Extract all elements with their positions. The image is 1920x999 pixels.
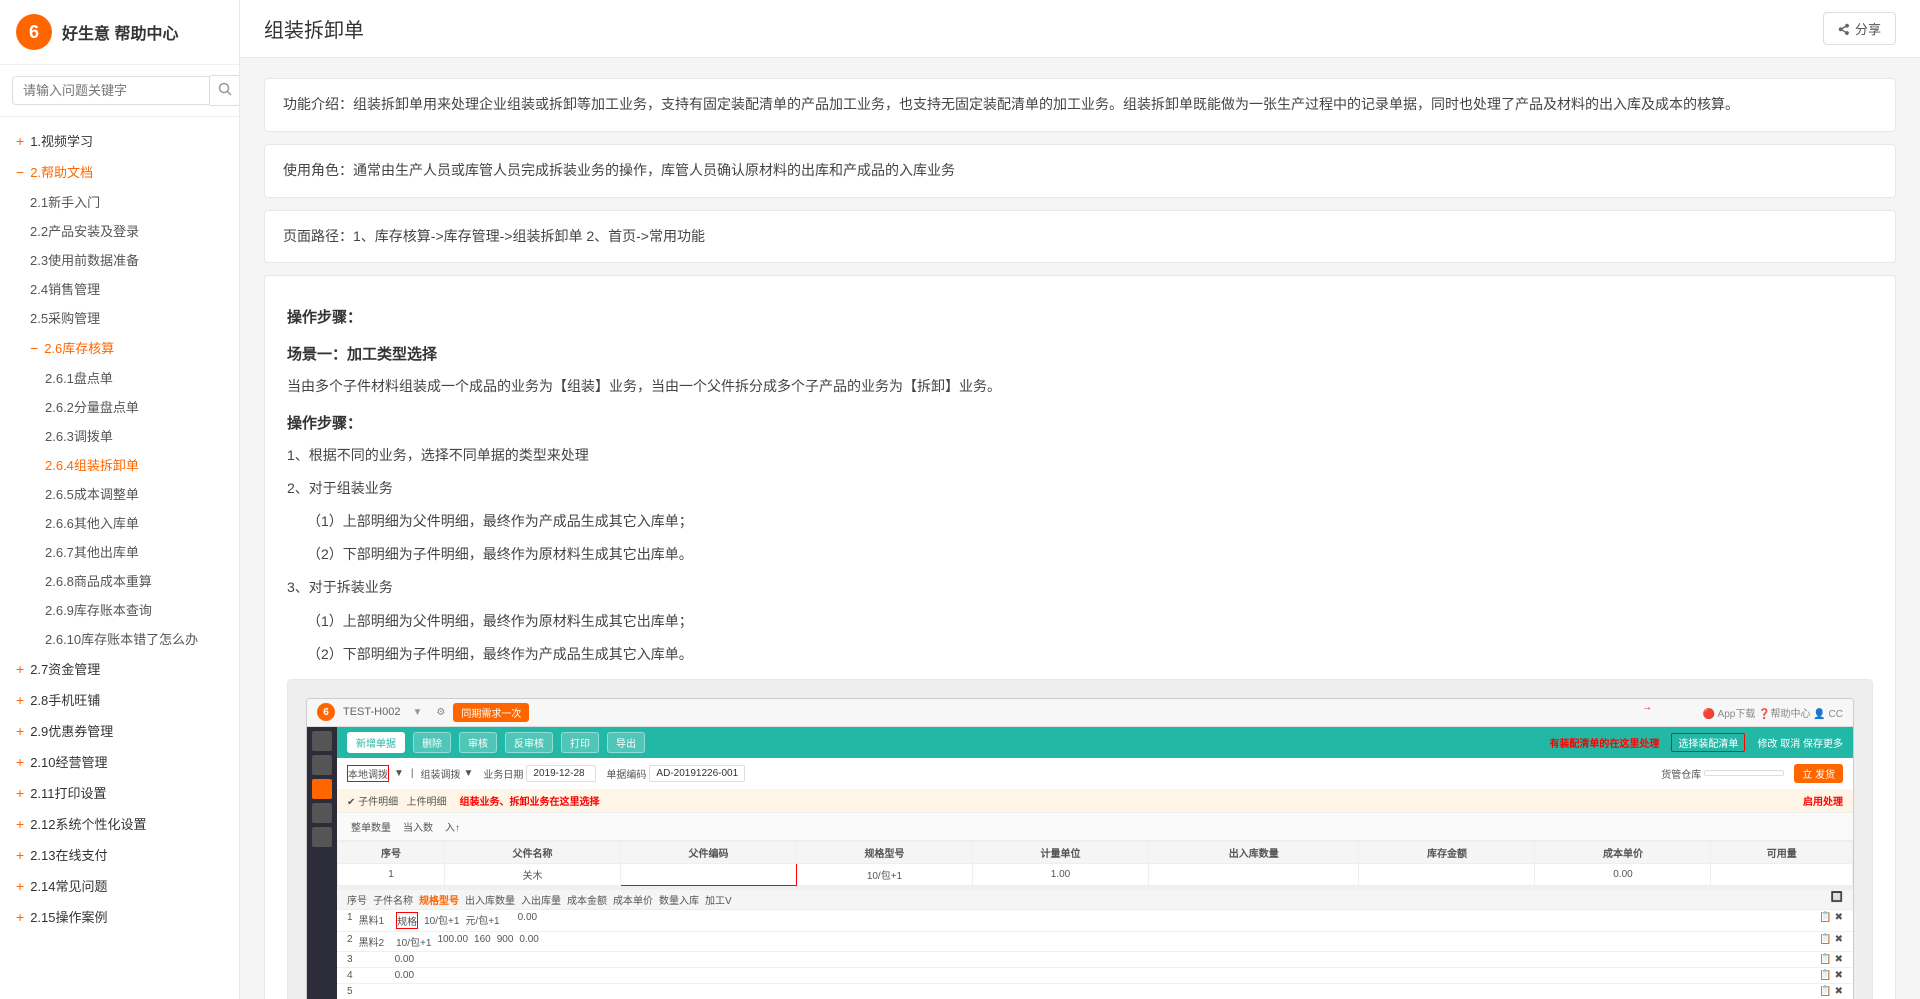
plus-icon: + xyxy=(16,133,24,149)
screenshot-container: 6 TEST-H002 ▼ ⚙ 同期需求一次 🔴 App下载 ❓帮助中心 👤 C… xyxy=(287,679,1873,999)
confirm-btn[interactable]: 立 发货 xyxy=(1794,764,1843,783)
annotation2-area: ✔ 子件明细 上件明细 组装业务、拆卸业务在这里选择 启用处理 xyxy=(337,789,1853,813)
form-field-code: 单据编码 AD-20191226-001 xyxy=(606,765,745,782)
sidebar: 6 好生意 帮助中心 + 1.视频学习 − 2.帮助文档 2.1新手入门 2.2… xyxy=(0,0,240,999)
role-block: 使用角色：通常由生产人员或库管人员完成拆装业务的操作，库管人员确认原材料的出库和… xyxy=(264,144,1896,198)
table-row: 3 0.00 📋 ✖ xyxy=(337,952,1853,968)
app-subtabs: 整单数量 当入数 入↑ xyxy=(337,813,1853,841)
annotation1-btn: 选择装配清单 xyxy=(1671,733,1745,752)
sidebar-item-video[interactable]: + 1.视频学习 xyxy=(0,125,239,156)
sidebar-item-2.5[interactable]: 2.5采购管理 xyxy=(0,303,239,332)
sidebar-item-2.14[interactable]: + 2.14常见问题 xyxy=(0,870,239,901)
toolbar-btn-new[interactable]: 新增单据 xyxy=(347,732,405,753)
sidebar-item-2.6[interactable]: − 2.6库存核算 xyxy=(0,332,239,363)
toolbar-btn-export[interactable]: 导出 xyxy=(607,732,645,753)
form-field-date: 业务日期 2019-12-28 xyxy=(483,765,596,782)
search-input[interactable] xyxy=(12,76,210,105)
app-nav-btn: 同期需求一次 xyxy=(453,703,529,722)
annotation2-text: 组装业务、拆卸业务在这里选择 xyxy=(460,797,600,808)
step3: 3、对于拆装业务 xyxy=(287,575,1873,600)
search-icon xyxy=(218,82,232,96)
parent-table: 序号 父件名称 父件编码 规格型号 计量单位 出入库数量 库存金额 成本单价 xyxy=(337,841,1853,886)
nav-list: + 1.视频学习 − 2.帮助文档 2.1新手入门 2.2产品安装及登录 2.3… xyxy=(0,117,239,999)
logo-icon: 6 xyxy=(16,14,52,50)
sidebar-item-2.6.7[interactable]: 2.6.7其他出库单 xyxy=(0,537,239,566)
sidebar-item-2.12[interactable]: + 2.12系统个性化设置 xyxy=(0,808,239,839)
main-content: 组装拆卸单 分享 功能介绍：组装拆卸单用来处理企业组装或拆卸等加工业务，支持有固… xyxy=(240,0,1920,999)
toolbar-btn-unreview[interactable]: 反审核 xyxy=(505,732,553,753)
scene-title: 场景一：加工类型选择 xyxy=(287,341,1873,368)
logo-text: 好生意 帮助中心 xyxy=(62,20,178,44)
sidebar-item-2.6.4[interactable]: 2.6.4组装拆卸单 xyxy=(0,450,239,479)
share-icon xyxy=(1838,23,1850,35)
app-window: 6 TEST-H002 ▼ ⚙ 同期需求一次 🔴 App下载 ❓帮助中心 👤 C… xyxy=(306,698,1854,999)
step3-2: （2）下部明细为子件明细，最终作为产成品生成其它入库单。 xyxy=(307,642,1873,667)
app-topbar: 6 TEST-H002 ▼ ⚙ 同期需求一次 🔴 App下载 ❓帮助中心 👤 C… xyxy=(307,699,1853,727)
sidebar-item-2.8[interactable]: + 2.8手机旺铺 xyxy=(0,684,239,715)
sidebar-item-2.11[interactable]: + 2.11打印设置 xyxy=(0,777,239,808)
ops-steps-title: 操作步骤： xyxy=(287,410,1873,437)
sidebar-item-2.6.1[interactable]: 2.6.1盘点单 xyxy=(0,363,239,392)
annotation3-text: 启用处理 xyxy=(1803,793,1843,808)
sidebar-item-2.6.5[interactable]: 2.6.5成本调整单 xyxy=(0,479,239,508)
sidebar-item-docs[interactable]: − 2.帮助文档 xyxy=(0,156,239,187)
table-row: 5 📋 ✖ xyxy=(337,984,1853,999)
subtable-body: 1 黑料1 规格 10/包+1 元/包+1 0.00 xyxy=(337,910,1853,999)
table-row: 1 黑料1 规格 10/包+1 元/包+1 0.00 xyxy=(337,910,1853,932)
toolbar-btn-print[interactable]: 打印 xyxy=(561,732,599,753)
app-form-area: 本地调拨 ▼ | 组装调拨 ▼ 业务日期 2019-12-28 xyxy=(337,758,1853,789)
subtable-header-row: 序号 子件名称 规格型号 出入库数量 入出库量 成本金额 成本单价 数量入库 加… xyxy=(337,890,1853,910)
sidebar-item-2.6.3[interactable]: 2.6.3调拨单 xyxy=(0,421,239,450)
sidebar-item-2.1[interactable]: 2.1新手入门 xyxy=(0,187,239,216)
app-mini-nav xyxy=(307,727,337,999)
sidebar-item-2.6.6[interactable]: 2.6.6其他入库单 xyxy=(0,508,239,537)
sidebar-item-2.6.9[interactable]: 2.6.9库存账本查询 xyxy=(0,595,239,624)
step2-1: （1）上部明细为父件明细，最终作为产成品生成其它入库单； xyxy=(307,509,1873,534)
path-block: 页面路径：1、库存核算->库存管理->组装拆卸单 2、首页->常用功能 xyxy=(264,210,1896,264)
annotation1-text: 有装配清单的在这里处理 xyxy=(1549,735,1659,750)
steps-block: 操作步骤： 场景一：加工类型选择 当由多个子件材料组装成一个成品的业务为【组装】… xyxy=(264,275,1896,999)
app-main: 新增单据 删除 审核 反审核 打印 导出 有装配清单的在这里处理 选择装 xyxy=(337,727,1853,999)
step2-2: （2）下部明细为子件明细，最终作为原材料生成其它出库单。 xyxy=(307,542,1873,567)
content-area: 功能介绍：组装拆卸单用来处理企业组装或拆卸等加工业务，支持有固定装配清单的产品加… xyxy=(240,58,1920,999)
minus-icon: − xyxy=(16,164,24,180)
page-title: 组装拆卸单 xyxy=(264,14,364,43)
sidebar-item-2.6.10[interactable]: 2.6.10库存账本错了怎么办 xyxy=(0,624,239,653)
intro-block: 功能介绍：组装拆卸单用来处理企业组装或拆卸等加工业务，支持有固定装配清单的产品加… xyxy=(264,78,1896,132)
ops-title: 操作步骤： xyxy=(287,304,1873,331)
sidebar-item-2.7[interactable]: + 2.7资金管理 xyxy=(0,653,239,684)
table-row: 2 黑料2 10/包+1 100.00 160 900 0.00 xyxy=(337,932,1853,952)
share-button[interactable]: 分享 xyxy=(1823,12,1896,45)
sidebar-item-2.3[interactable]: 2.3使用前数据准备 xyxy=(0,245,239,274)
app-body: 新增单据 删除 审核 反审核 打印 导出 有装配清单的在这里处理 选择装 xyxy=(307,727,1853,999)
step3-1: （1）上部明细为父件明细，最终作为原材料生成其它出库单； xyxy=(307,609,1873,634)
sidebar-item-2.10[interactable]: + 2.10经营管理 xyxy=(0,746,239,777)
sidebar-item-2.6.8[interactable]: 2.6.8商品成本重算 xyxy=(0,566,239,595)
sidebar-item-2.9[interactable]: + 2.9优惠券管理 xyxy=(0,715,239,746)
sidebar-item-2.15[interactable]: + 2.15操作案例 xyxy=(0,901,239,932)
logo-bar: 6 好生意 帮助中心 xyxy=(0,0,239,65)
app-id: TEST-H002 xyxy=(343,706,400,718)
top-bar: 组装拆卸单 分享 xyxy=(240,0,1920,58)
form-field-warehouse: 货管仓库 xyxy=(1661,766,1784,781)
app-toolbar: 新增单据 删除 审核 反审核 打印 导出 有装配清单的在这里处理 选择装 xyxy=(337,727,1853,758)
sidebar-item-2.6.2[interactable]: 2.6.2分量盘点单 xyxy=(0,392,239,421)
search-bar xyxy=(0,65,239,117)
table-row: 4 0.00 📋 ✖ xyxy=(337,968,1853,984)
sidebar-item-2.2[interactable]: 2.2产品安装及登录 xyxy=(0,216,239,245)
step1: 1、根据不同的业务，选择不同单据的类型来处理 xyxy=(287,443,1873,468)
search-button[interactable] xyxy=(210,75,240,106)
form-field-type: 本地调拨 ▼ | 组装调拨 ▼ xyxy=(347,765,473,782)
step2: 2、对于组装业务 xyxy=(287,476,1873,501)
scene-desc: 当由多个子件材料组装成一个成品的业务为【组装】业务，当由一个父件拆分成多个子产品… xyxy=(287,374,1873,399)
minus-icon-2.6: − xyxy=(30,340,38,356)
app-logo-small: 6 xyxy=(317,703,335,721)
toolbar-btn-review[interactable]: 审核 xyxy=(459,732,497,753)
toolbar-btn-delete[interactable]: 删除 xyxy=(413,732,451,753)
sidebar-item-2.4[interactable]: 2.4销售管理 xyxy=(0,274,239,303)
table-row: 1 关木 10/包+1 1.00 0.00 xyxy=(338,863,1853,885)
sidebar-item-2.13[interactable]: + 2.13在线支付 xyxy=(0,839,239,870)
